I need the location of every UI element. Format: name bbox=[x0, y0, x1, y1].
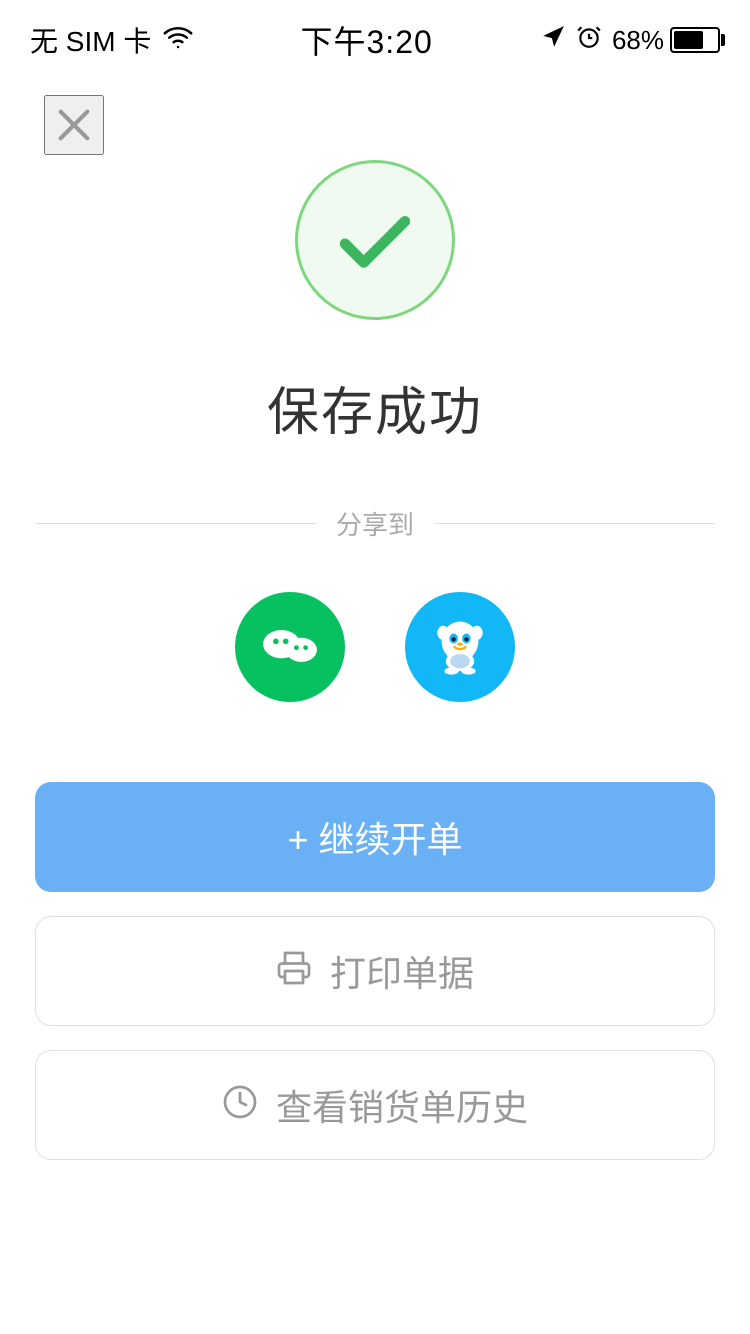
continue-button[interactable]: + 继续开单 bbox=[35, 782, 715, 892]
action-buttons: + 继续开单 打印单据 查看销货单历史 bbox=[35, 782, 715, 1160]
print-button[interactable]: 打印单据 bbox=[35, 916, 715, 1026]
share-divider: 分享到 bbox=[35, 505, 715, 542]
print-button-label: 打印单据 bbox=[330, 945, 474, 997]
wifi-icon bbox=[163, 22, 193, 59]
share-qq-button[interactable] bbox=[405, 592, 515, 702]
battery-label: 68% bbox=[612, 25, 664, 56]
alarm-icon bbox=[576, 24, 602, 57]
printer-icon bbox=[276, 950, 312, 992]
status-bar-time: 下午3:20 bbox=[301, 17, 433, 63]
qq-icon bbox=[426, 613, 494, 681]
close-button[interactable] bbox=[44, 95, 104, 155]
status-bar-left: 无 SIM 卡 bbox=[30, 20, 193, 60]
battery-indicator: 68% bbox=[612, 25, 720, 56]
success-icon-circle bbox=[295, 160, 455, 320]
main-content: 保存成功 分享到 bbox=[0, 80, 750, 1160]
continue-button-label: + 继续开单 bbox=[287, 811, 462, 863]
history-button-label: 查看销货单历史 bbox=[276, 1079, 528, 1131]
share-icons-container bbox=[235, 592, 515, 702]
divider-line-right bbox=[434, 523, 715, 524]
location-icon bbox=[540, 24, 566, 57]
status-bar-right: 68% bbox=[540, 24, 720, 57]
success-title: 保存成功 bbox=[267, 370, 483, 445]
battery-icon bbox=[670, 27, 720, 53]
wechat-icon bbox=[256, 613, 324, 681]
history-button[interactable]: 查看销货单历史 bbox=[35, 1050, 715, 1160]
status-bar: 无 SIM 卡 下午3:20 bbox=[0, 0, 750, 80]
history-icon bbox=[222, 1084, 258, 1126]
carrier-label: 无 SIM 卡 bbox=[30, 20, 151, 60]
divider-line-left bbox=[35, 523, 316, 524]
share-wechat-button[interactable] bbox=[235, 592, 345, 702]
checkmark-icon bbox=[330, 195, 420, 285]
share-label: 分享到 bbox=[336, 505, 414, 542]
